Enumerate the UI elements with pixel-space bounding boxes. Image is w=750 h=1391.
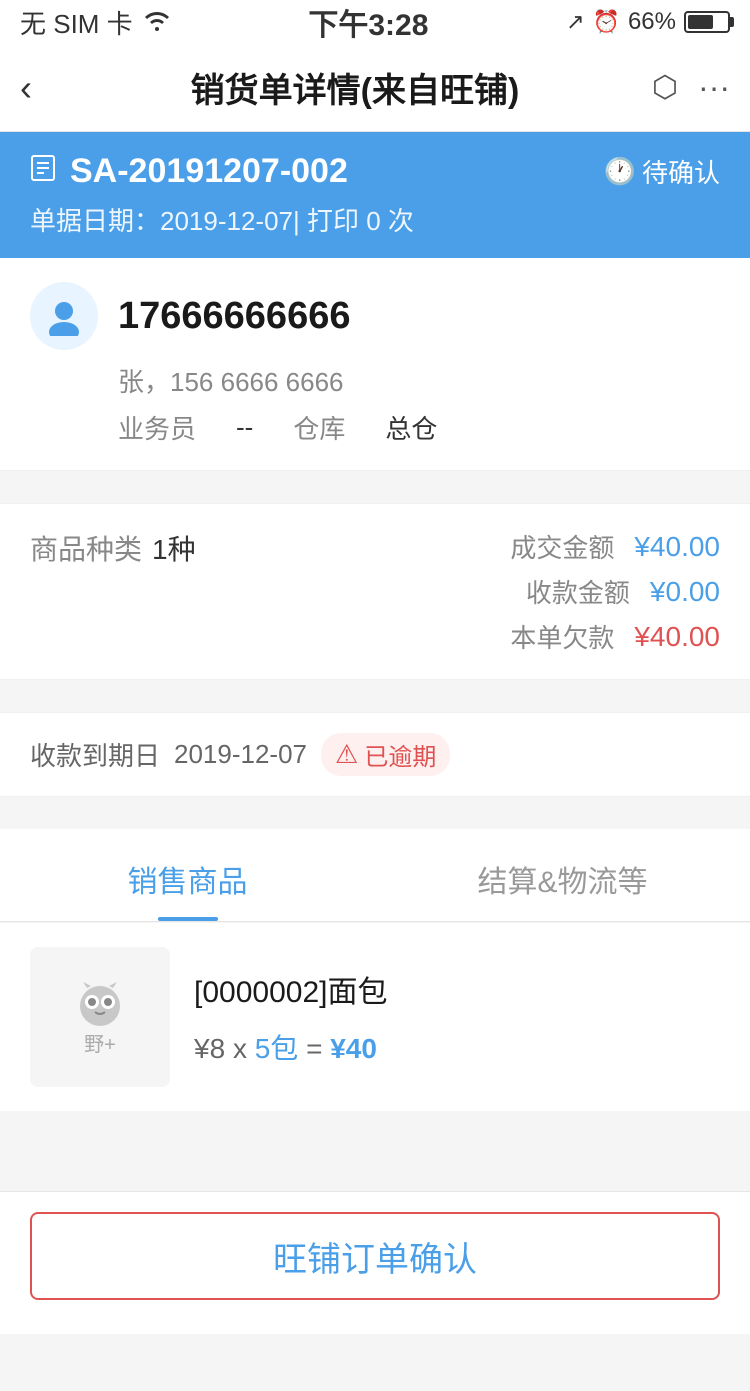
carrier-text: 无 SIM 卡 [20, 4, 133, 41]
sales-label: 业务员 [118, 409, 196, 446]
summary-row: 商品种类 1种 成交金额 ¥40.00 收款金额 ¥0.00 本单欠款 ¥40.… [30, 528, 720, 655]
overdue-badge: ⚠ 已逾期 [321, 733, 450, 776]
deal-value: ¥40.00 [634, 531, 720, 563]
thumb-brand: 野+ [84, 1028, 116, 1057]
multiply-sign: x [233, 1033, 255, 1064]
tabs-row: 销售商品 结算&物流等 [0, 829, 750, 921]
received-value: ¥0.00 [650, 576, 720, 608]
battery-icon [684, 11, 730, 33]
divider-3 [0, 797, 750, 813]
more-icon[interactable]: ··· [698, 69, 730, 106]
share-icon[interactable]: ⬡ [652, 70, 678, 105]
customer-section: 17666666666 张，156 6666 6666 业务员 -- 仓库 总仓 [0, 258, 750, 471]
received-label: 收款金额 [526, 573, 630, 610]
location-icon: ↗ [566, 9, 584, 35]
amount-owed: 本单欠款 ¥40.00 [510, 618, 720, 655]
bottom-bar: 旺铺订单确认 [0, 1191, 750, 1334]
deal-label: 成交金额 [510, 528, 614, 565]
product-section: 野+ [0000002]面包 ¥8 x 5包 = ¥40 [0, 923, 750, 1111]
overdue-text: 已逾期 [364, 737, 436, 772]
status-left: 无 SIM 卡 [20, 4, 171, 41]
overdue-icon: ⚠ [335, 739, 358, 770]
customer-detail: 张，156 6666 6666 [118, 362, 720, 399]
product-thumbnail: 野+ [30, 947, 170, 1087]
due-date: 2019-12-07 [174, 739, 307, 770]
nav-actions: ⬡ ··· [630, 69, 730, 106]
confirm-order-button[interactable]: 旺铺订单确认 [30, 1212, 720, 1300]
product-total: ¥40 [330, 1033, 377, 1064]
divider-1 [0, 471, 750, 487]
warehouse-value: 总仓 [385, 409, 437, 446]
equals-sign: = [306, 1033, 330, 1064]
order-banner-top: SA-20191207-002 🕐 待确认 [30, 152, 720, 191]
status-clock-icon: 🕐 [604, 156, 636, 187]
order-banner: SA-20191207-002 🕐 待确认 单据日期：2019-12-07| 打… [0, 132, 750, 258]
product-type-label: 商品种类 [30, 528, 142, 568]
summary-left: 商品种类 1种 [30, 528, 196, 568]
battery-percent: 66% [628, 8, 676, 36]
amount-received: 收款金额 ¥0.00 [526, 573, 720, 610]
sales-value: -- [236, 412, 253, 443]
price-unit: ¥8 [194, 1033, 225, 1064]
customer-row: 17666666666 [30, 282, 720, 350]
owed-label: 本单欠款 [510, 618, 614, 655]
amount-deal: 成交金额 ¥40.00 [510, 528, 720, 565]
product-qty: 5包 [255, 1033, 299, 1064]
product-type-value: 1种 [152, 528, 196, 568]
tab-settlement[interactable]: 结算&物流等 [375, 829, 750, 921]
customer-phone: 17666666666 [118, 295, 350, 338]
status-time: 下午3:28 [308, 0, 428, 44]
product-name: [0000002]面包 [194, 967, 720, 1011]
product-price: ¥8 x 5包 = ¥40 [194, 1027, 720, 1067]
tab-products[interactable]: 销售商品 [0, 829, 375, 921]
back-button[interactable]: ‹ [20, 67, 80, 109]
status-right: ↗ ⏰ 66% [566, 8, 730, 36]
summary-section: 商品种类 1种 成交金额 ¥40.00 收款金额 ¥0.00 本单欠款 ¥40.… [0, 503, 750, 680]
order-date: 单据日期：2019-12-07| 打印 0 次 [30, 201, 720, 238]
page-title: 销货单详情(来自旺铺) [80, 63, 630, 112]
thumb-inner: 野+ [65, 978, 135, 1057]
order-icon [30, 152, 60, 191]
divider-2 [0, 680, 750, 696]
product-row: 野+ [0000002]面包 ¥8 x 5包 = ¥40 [30, 947, 720, 1087]
order-id: SA-20191207-002 [30, 152, 348, 191]
owed-value: ¥40.00 [634, 621, 720, 653]
product-info: [0000002]面包 ¥8 x 5包 = ¥40 [194, 967, 720, 1067]
order-status: 🕐 待确认 [604, 153, 720, 190]
status-bar: 无 SIM 卡 下午3:28 ↗ ⏰ 66% [0, 0, 750, 44]
tabs-section: 销售商品 结算&物流等 [0, 829, 750, 922]
summary-right: 成交金额 ¥40.00 收款金额 ¥0.00 本单欠款 ¥40.00 [510, 528, 720, 655]
due-section: 收款到期日 2019-12-07 ⚠ 已逾期 [0, 712, 750, 797]
avatar [30, 282, 98, 350]
due-label: 收款到期日 [30, 736, 160, 773]
warehouse-label: 仓库 [293, 409, 345, 446]
customer-meta: 业务员 -- 仓库 总仓 [118, 409, 720, 446]
alarm-icon: ⏰ [593, 9, 620, 35]
nav-bar: ‹ 销货单详情(来自旺铺) ⬡ ··· [0, 44, 750, 132]
wifi-icon [143, 7, 171, 38]
